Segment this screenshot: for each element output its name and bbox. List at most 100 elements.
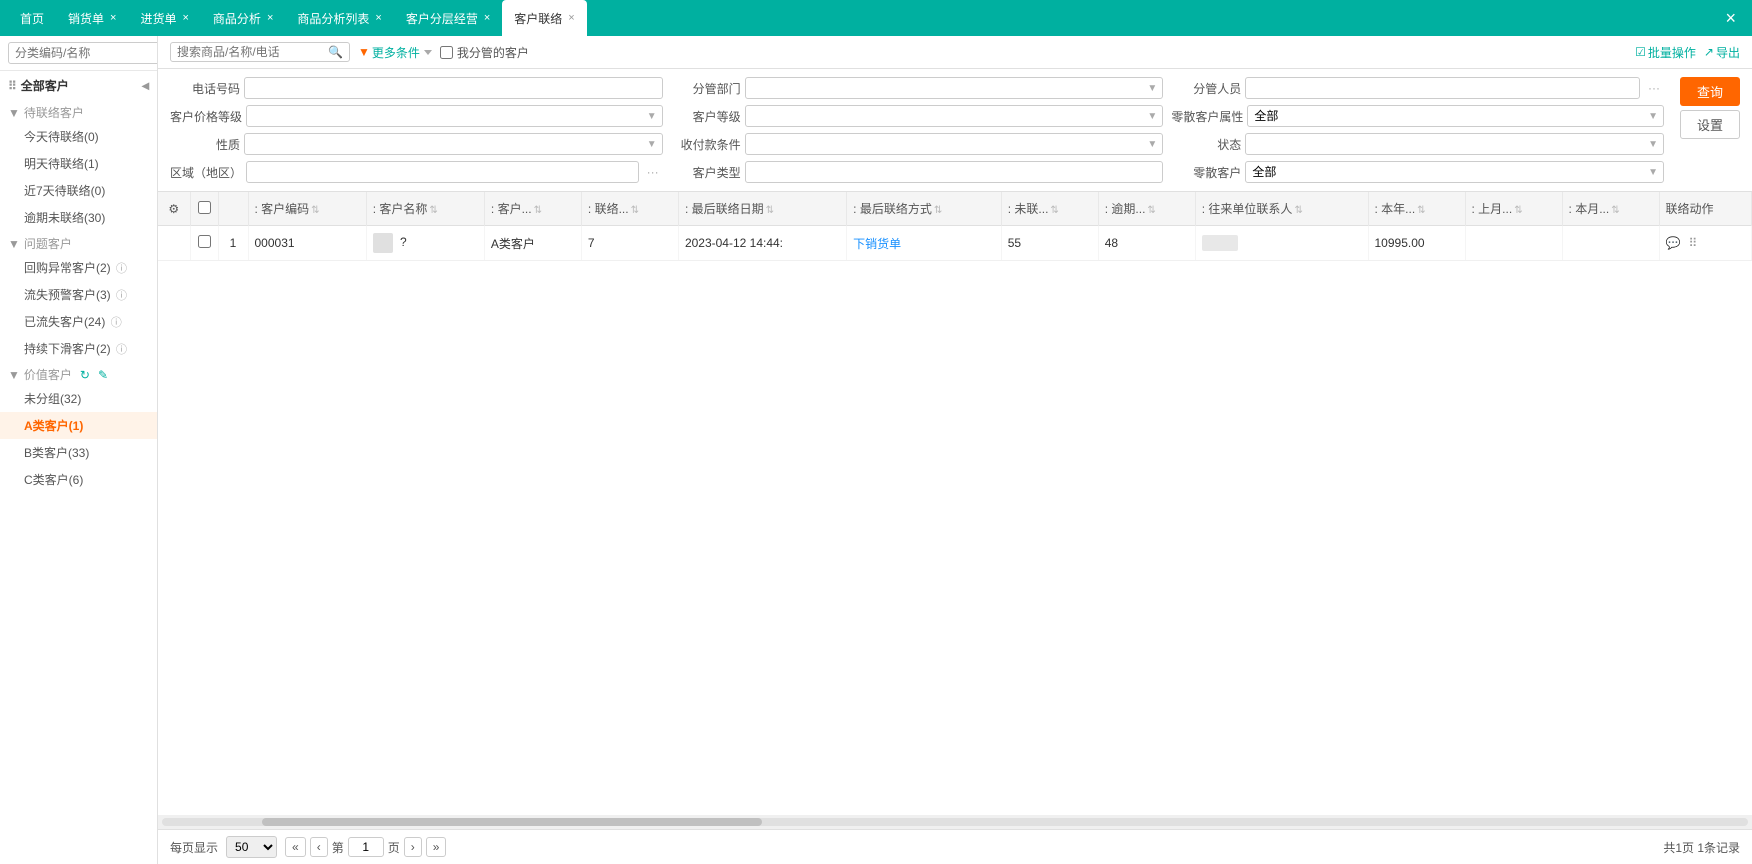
sidebar-item-declining[interactable]: 持续下滑客户(2) ⓘ <box>0 335 157 362</box>
row-checkbox[interactable] <box>190 226 218 261</box>
column-overdue[interactable]: : 逾期...⇅ <box>1098 192 1195 226</box>
column-type[interactable]: : 客户...⇅ <box>484 192 581 226</box>
my-customers-checkbox-wrap[interactable]: 我分管的客户 <box>440 44 529 61</box>
nav-tab-analysis-label: 商品分析 <box>213 10 261 27</box>
sidebar-item-class-a[interactable]: A类客户(1) <box>0 412 157 439</box>
nature-field: 性质 ▼ <box>170 133 663 155</box>
customer-type-input[interactable] <box>745 161 1164 183</box>
filter-search-icon[interactable]: 🔍 <box>328 45 343 59</box>
manager-input[interactable] <box>1245 77 1640 99</box>
sidebar-item-class-b[interactable]: B类客户(33) <box>0 439 157 466</box>
page-number-input[interactable] <box>348 837 384 857</box>
payment-select[interactable] <box>745 133 1164 155</box>
sidebar-item-ungrouped[interactable]: 未分组(32) <box>0 385 157 412</box>
phone-field: 电话号码 <box>170 77 663 99</box>
nav-tab-analysis-list[interactable]: 商品分析列表 × <box>285 0 393 36</box>
nav-tab-home[interactable]: 首页 <box>8 0 56 36</box>
column-this-month[interactable]: : 本月...⇅ <box>1562 192 1659 226</box>
next-page-button[interactable]: › <box>404 837 422 857</box>
value-group-label: ▼ 价值客户 ↻ ✎ <box>0 362 157 385</box>
info-icon3: ⓘ <box>111 317 122 329</box>
region-input[interactable] <box>246 161 639 183</box>
column-gear[interactable]: ⚙ <box>158 192 190 226</box>
nav-tab-analysis-close[interactable]: × <box>267 12 273 24</box>
settings-button[interactable]: 设置 <box>1680 110 1740 139</box>
row-num: 1 <box>218 226 248 261</box>
nav-tab-customer-contact-close[interactable]: × <box>568 12 574 24</box>
status-select[interactable] <box>1245 133 1664 155</box>
column-no-contact[interactable]: : 未联...⇅ <box>1001 192 1098 226</box>
manager-dots[interactable]: ··· <box>1644 81 1664 95</box>
info-icon: ⓘ <box>116 263 127 275</box>
nav-tab-purchase-close[interactable]: × <box>182 12 188 24</box>
filter-row-4: 区域（地区） ··· 客户类型 零散客户 全部 ▼ <box>170 161 1664 183</box>
price-grade-select-wrap: ▼ <box>246 105 663 127</box>
sidebar-item-7days[interactable]: 近7天待联络(0) <box>0 177 157 204</box>
sidebar-item-class-c[interactable]: C类客户(6) <box>0 466 157 493</box>
sidebar-all-customers-header[interactable]: ⠿ 全部客户 ◂ <box>0 71 157 100</box>
column-name[interactable]: : 客户名称⇅ <box>366 192 484 226</box>
my-customers-checkbox[interactable] <box>440 46 453 59</box>
export-button[interactable]: ↗ 导出 <box>1704 44 1740 61</box>
phone-input[interactable] <box>244 77 663 99</box>
sidebar-item-churned[interactable]: 已流失客户(24) ⓘ <box>0 308 157 335</box>
qr-icon[interactable]: ⠿ <box>1689 236 1698 250</box>
chat-icon[interactable]: 💬 <box>1666 236 1681 250</box>
sidebar-search-input[interactable] <box>8 42 158 64</box>
row-last-date: 2023-04-12 14:44: <box>678 226 846 261</box>
row-type: A类客户 <box>484 226 581 261</box>
column-checkbox[interactable] <box>190 192 218 226</box>
dept-select[interactable] <box>745 77 1164 99</box>
nav-tab-analysis[interactable]: 商品分析 × <box>201 0 285 36</box>
nav-tab-analysis-list-close[interactable]: × <box>375 12 381 24</box>
column-last-method[interactable]: : 最后联络方式⇅ <box>847 192 1002 226</box>
column-unit-contact[interactable]: : 往来单位联系人⇅ <box>1195 192 1368 226</box>
nav-tab-sales[interactable]: 销货单 × <box>56 0 128 36</box>
scroll-thumb[interactable] <box>262 818 762 826</box>
row-last-month <box>1465 226 1562 261</box>
last-page-button[interactable]: » <box>426 837 447 857</box>
per-page-select[interactable]: 50 100 200 <box>226 836 277 858</box>
row-last-method[interactable]: 下销货单 <box>847 226 1002 261</box>
sidebar-item-tomorrow[interactable]: 明天待联络(1) <box>0 150 157 177</box>
export-icon: ↗ <box>1704 45 1714 59</box>
pagination: « ‹ 第 页 › » <box>285 837 446 857</box>
nav-tab-sales-close[interactable]: × <box>110 12 116 24</box>
column-this-year[interactable]: : 本年...⇅ <box>1368 192 1465 226</box>
region-field: 区域（地区） ··· <box>170 161 663 183</box>
sidebar-item-repurchase[interactable]: 回购异常客户(2) ⓘ <box>0 254 157 281</box>
nav-tab-customer-segment-close[interactable]: × <box>484 12 490 24</box>
region-dots[interactable]: ··· <box>643 165 663 179</box>
payment-label: 收付款条件 <box>671 136 741 153</box>
nav-tab-customer-contact[interactable]: 客户联络 × <box>502 0 586 36</box>
edit-icon[interactable]: ✎ <box>98 368 108 382</box>
nav-tab-customer-segment[interactable]: 客户分层经营 × <box>394 0 502 36</box>
grid-icon: ⠿ <box>8 79 17 93</box>
customer-grade-select[interactable] <box>745 105 1164 127</box>
price-grade-select[interactable] <box>246 105 663 127</box>
column-contact[interactable]: : 联络...⇅ <box>581 192 678 226</box>
first-page-button[interactable]: « <box>285 837 306 857</box>
prev-page-button[interactable]: ‹ <box>310 837 328 857</box>
horizontal-scrollbar[interactable] <box>158 815 1752 829</box>
close-all-button[interactable]: × <box>1717 8 1744 29</box>
sidebar-item-overdue[interactable]: 逾期未联络(30) <box>0 204 157 231</box>
select-all-checkbox[interactable] <box>198 201 211 214</box>
row-select-checkbox[interactable] <box>198 235 211 248</box>
nav-tab-purchase[interactable]: 进货单 × <box>128 0 200 36</box>
sidebar-item-today[interactable]: 今天待联络(0) <box>0 123 157 150</box>
column-code[interactable]: : 客户编码⇅ <box>248 192 366 226</box>
nature-select[interactable] <box>244 133 663 155</box>
refresh-icon[interactable]: ↻ <box>80 368 90 382</box>
sort-year-icon: ⇅ <box>1417 205 1425 216</box>
retail-customer-select[interactable]: 全部 <box>1245 161 1664 183</box>
retail-attr-select[interactable]: 全部 <box>1247 105 1664 127</box>
column-last-month[interactable]: : 上月...⇅ <box>1465 192 1562 226</box>
column-last-date[interactable]: : 最后联络日期⇅ <box>678 192 846 226</box>
scroll-track[interactable] <box>162 818 1748 826</box>
sidebar-item-churn-warning[interactable]: 流失预警客户(3) ⓘ <box>0 281 157 308</box>
batch-operation-button[interactable]: ☑ 批量操作 <box>1635 44 1696 61</box>
filter-search-input[interactable] <box>177 45 324 59</box>
more-filters-button[interactable]: ▼ 更多条件 <box>358 44 432 61</box>
query-button[interactable]: 查询 <box>1680 77 1740 106</box>
